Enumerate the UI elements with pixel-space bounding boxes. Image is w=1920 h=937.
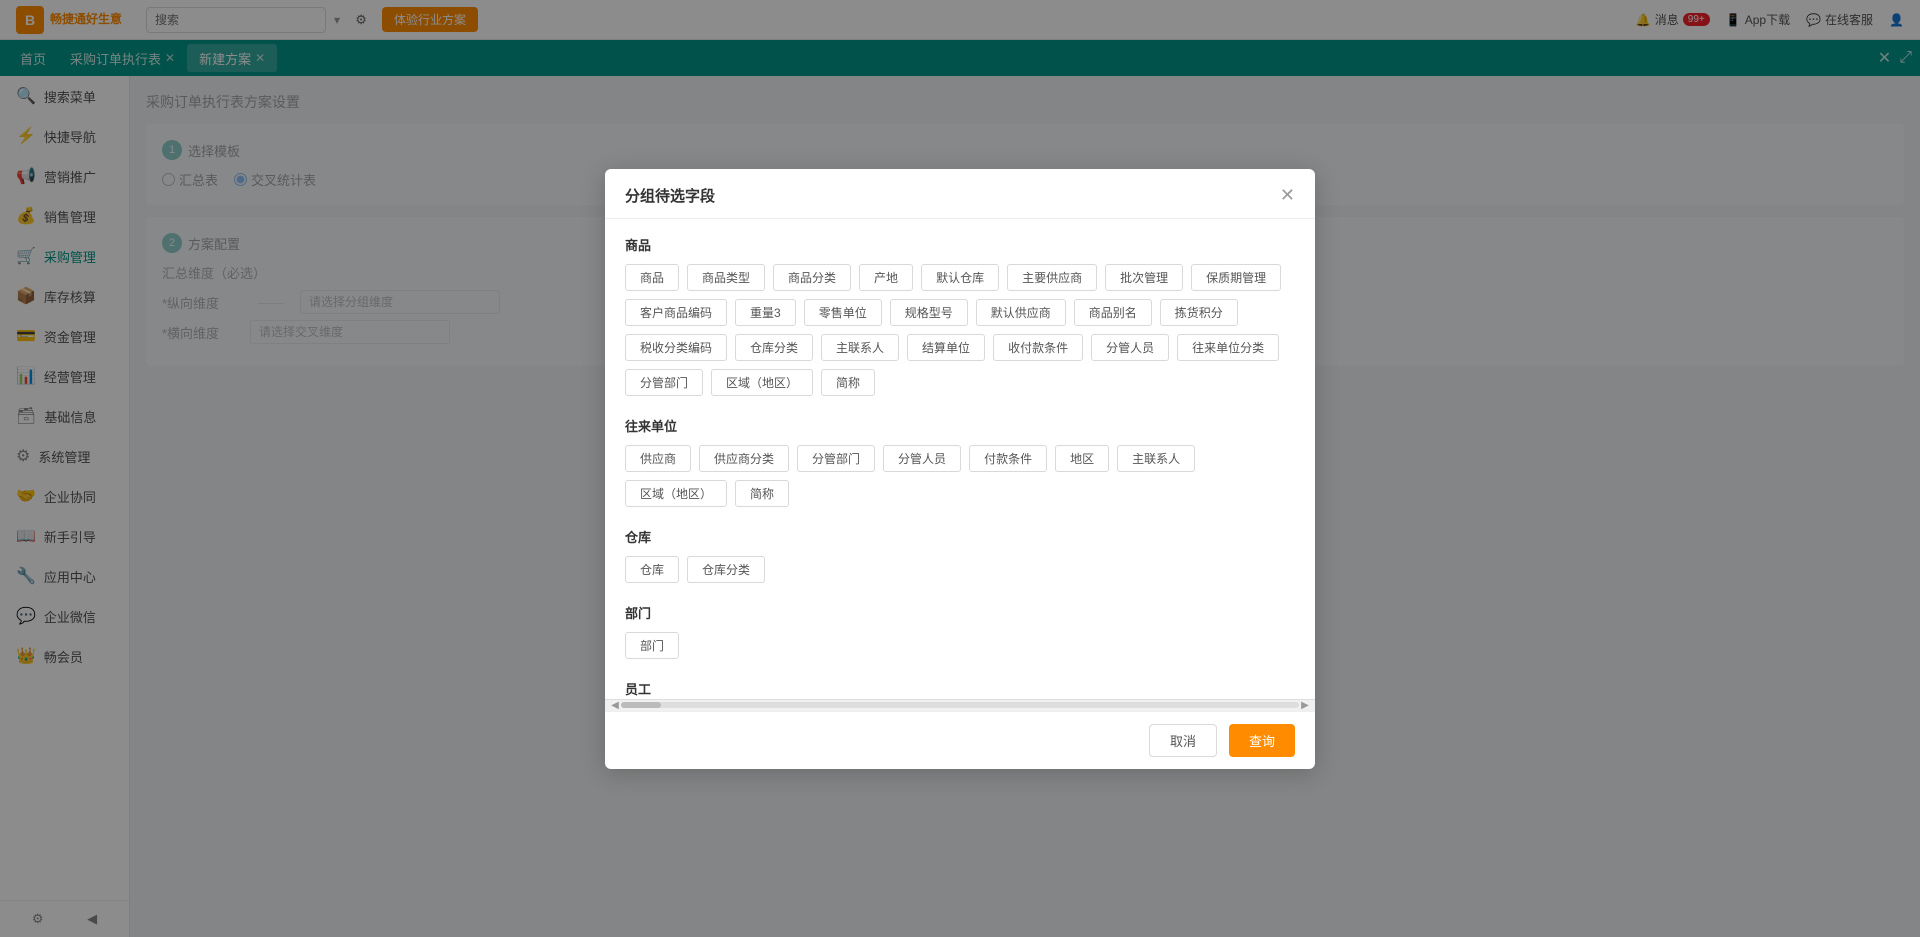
field-tag[interactable]: 分管人员 xyxy=(883,445,961,472)
field-tags-goods: 商品 商品类型 商品分类 产地 默认仓库 主要供应商 批次管理 保质期管理 客户… xyxy=(625,264,1295,396)
hscroll-track xyxy=(621,702,1299,708)
section-title-employee: 员工 xyxy=(625,679,1295,698)
field-section-employee: 员工 业务员 xyxy=(625,679,1295,699)
modal-dialog: 分组待选字段 ✕ 商品 商品 商品类型 商品分类 产地 默认仓库 主要供应商 批… xyxy=(605,169,1315,769)
field-tag[interactable]: 拣货积分 xyxy=(1160,299,1238,326)
field-tag[interactable]: 主联系人 xyxy=(1117,445,1195,472)
field-tag[interactable]: 商品类型 xyxy=(687,264,765,291)
field-tag[interactable]: 分管部门 xyxy=(625,369,703,396)
field-tags-department: 部门 xyxy=(625,632,1295,659)
hscroll-left-arrow[interactable]: ◀ xyxy=(609,700,621,711)
field-tag[interactable]: 商品 xyxy=(625,264,679,291)
modal-overlay: 分组待选字段 ✕ 商品 商品 商品类型 商品分类 产地 默认仓库 主要供应商 批… xyxy=(0,0,1920,937)
field-tag[interactable]: 重量3 xyxy=(735,299,796,326)
field-tag[interactable]: 分管部门 xyxy=(797,445,875,472)
field-tags-partner: 供应商 供应商分类 分管部门 分管人员 付款条件 地区 主联系人 区域（地区） … xyxy=(625,445,1295,507)
field-tag[interactable]: 客户商品编码 xyxy=(625,299,727,326)
field-tag[interactable]: 往来单位分类 xyxy=(1177,334,1279,361)
modal-header: 分组待选字段 ✕ xyxy=(605,169,1315,219)
section-title-partner: 往来单位 xyxy=(625,416,1295,435)
field-tag[interactable]: 默认仓库 xyxy=(921,264,999,291)
field-tag[interactable]: 分管人员 xyxy=(1091,334,1169,361)
field-tag[interactable]: 收付款条件 xyxy=(993,334,1083,361)
field-tag[interactable]: 商品分类 xyxy=(773,264,851,291)
field-tag[interactable]: 供应商分类 xyxy=(699,445,789,472)
field-tag[interactable]: 保质期管理 xyxy=(1191,264,1281,291)
field-tag[interactable]: 税收分类编码 xyxy=(625,334,727,361)
field-tag[interactable]: 付款条件 xyxy=(969,445,1047,472)
confirm-button[interactable]: 查询 xyxy=(1229,724,1295,757)
field-tag[interactable]: 简称 xyxy=(735,480,789,507)
field-tag[interactable]: 部门 xyxy=(625,632,679,659)
field-tag[interactable]: 区域（地区） xyxy=(625,480,727,507)
field-tag[interactable]: 主要供应商 xyxy=(1007,264,1097,291)
modal-horizontal-scrollbar[interactable]: ◀ ▶ xyxy=(605,699,1315,711)
modal-title: 分组待选字段 xyxy=(625,185,715,206)
field-tag[interactable]: 仓库分类 xyxy=(687,556,765,583)
section-title-goods: 商品 xyxy=(625,235,1295,254)
field-tag[interactable]: 规格型号 xyxy=(890,299,968,326)
field-tag[interactable]: 地区 xyxy=(1055,445,1109,472)
modal-close-button[interactable]: ✕ xyxy=(1280,185,1295,206)
cancel-button[interactable]: 取消 xyxy=(1149,724,1217,757)
field-section-goods: 商品 商品 商品类型 商品分类 产地 默认仓库 主要供应商 批次管理 保质期管理… xyxy=(625,235,1295,396)
field-tag[interactable]: 供应商 xyxy=(625,445,691,472)
field-section-warehouse: 仓库 仓库 仓库分类 xyxy=(625,527,1295,583)
modal-body: 商品 商品 商品类型 商品分类 产地 默认仓库 主要供应商 批次管理 保质期管理… xyxy=(605,219,1315,699)
field-tag[interactable]: 结算单位 xyxy=(907,334,985,361)
field-tag[interactable]: 商品别名 xyxy=(1074,299,1152,326)
field-tag[interactable]: 简称 xyxy=(821,369,875,396)
field-tag[interactable]: 零售单位 xyxy=(804,299,882,326)
field-tag[interactable]: 批次管理 xyxy=(1105,264,1183,291)
field-tags-warehouse: 仓库 仓库分类 xyxy=(625,556,1295,583)
hscroll-right-arrow[interactable]: ▶ xyxy=(1299,700,1311,711)
field-section-department: 部门 部门 xyxy=(625,603,1295,659)
field-section-partner: 往来单位 供应商 供应商分类 分管部门 分管人员 付款条件 地区 主联系人 区域… xyxy=(625,416,1295,507)
field-tag[interactable]: 仓库分类 xyxy=(735,334,813,361)
section-title-department: 部门 xyxy=(625,603,1295,622)
field-tag[interactable]: 区域（地区） xyxy=(711,369,813,396)
section-title-warehouse: 仓库 xyxy=(625,527,1295,546)
field-tag[interactable]: 主联系人 xyxy=(821,334,899,361)
field-tag[interactable]: 产地 xyxy=(859,264,913,291)
field-tag[interactable]: 默认供应商 xyxy=(976,299,1066,326)
modal-footer: 取消 查询 xyxy=(605,711,1315,769)
hscroll-thumb xyxy=(621,702,661,708)
field-tag[interactable]: 仓库 xyxy=(625,556,679,583)
